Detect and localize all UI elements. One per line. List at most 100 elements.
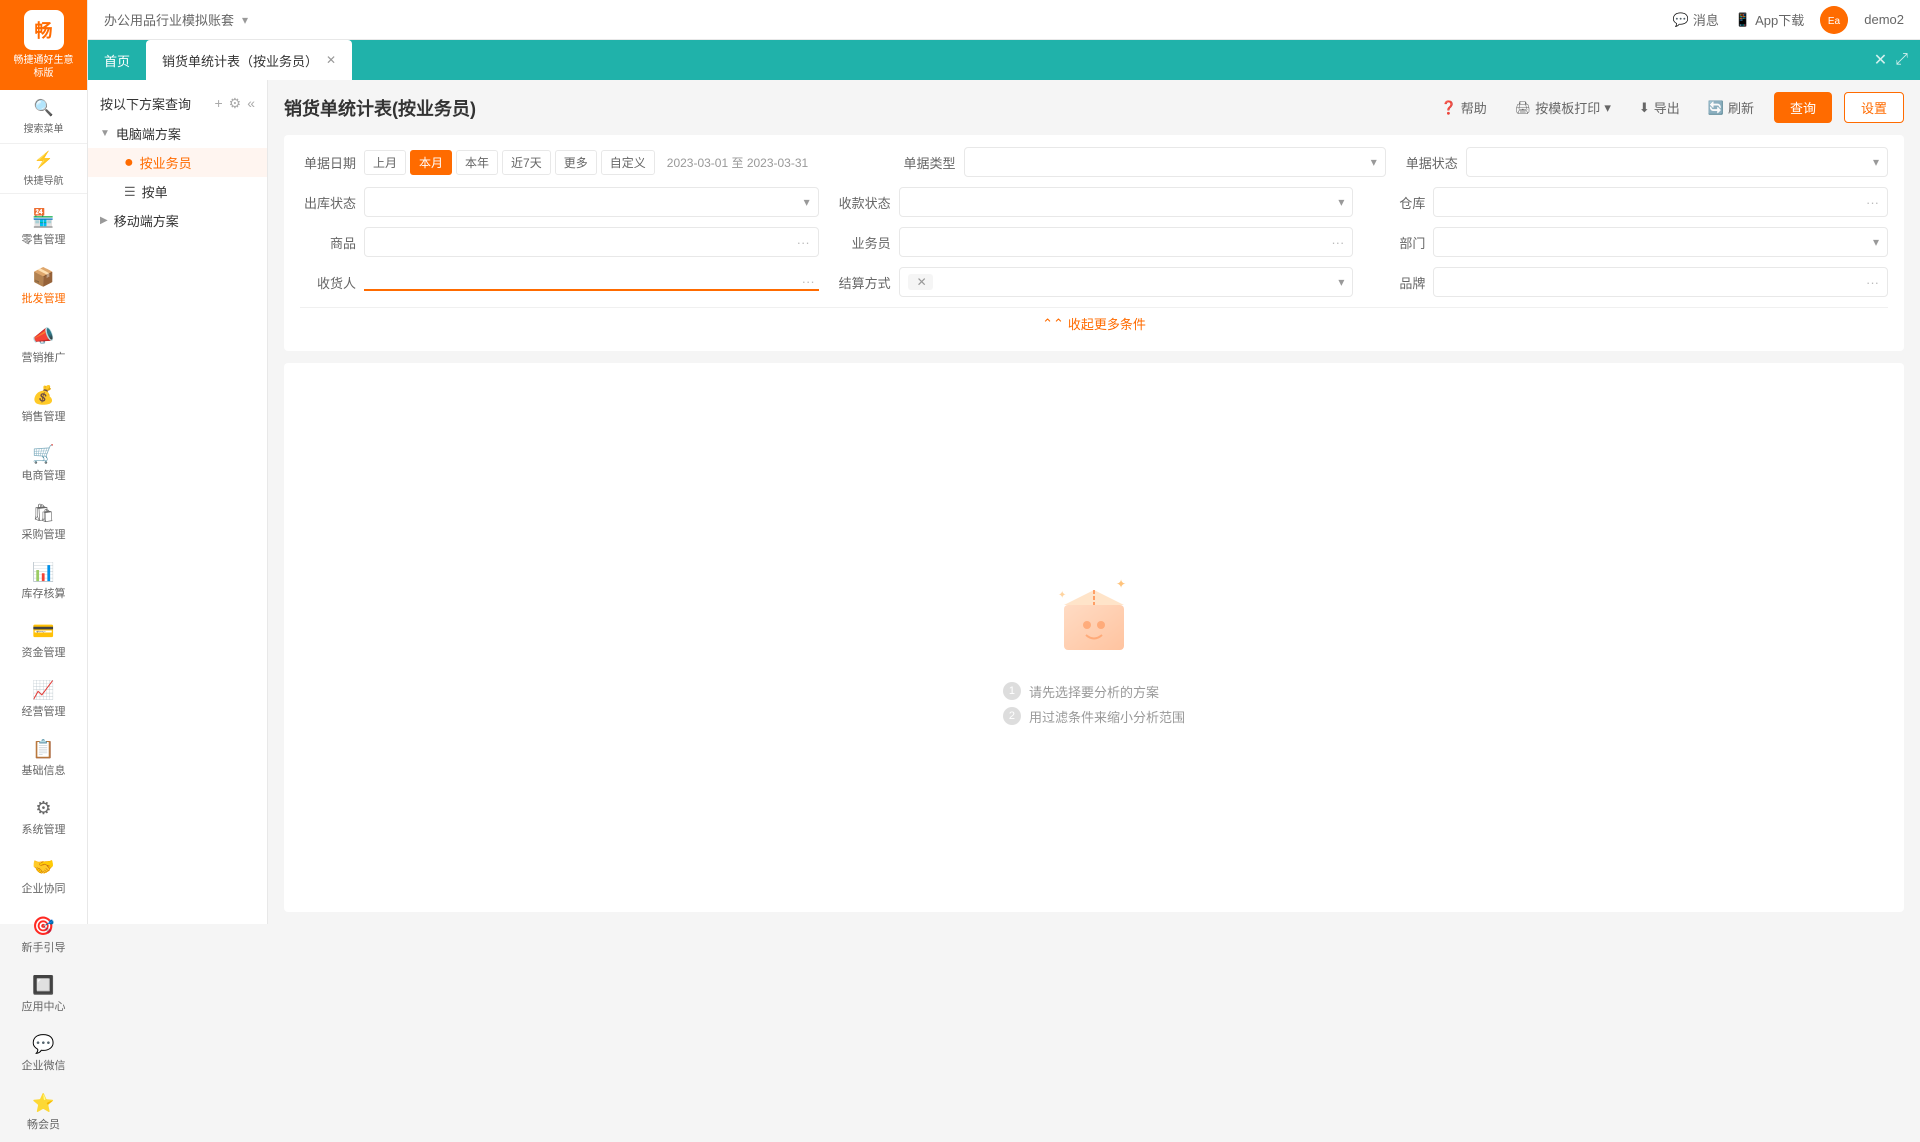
sidebar-item-retail[interactable]: 🏪 零售管理 (0, 198, 87, 257)
tree-mobile-group[interactable]: ▶ 移动端方案 (88, 206, 267, 235)
tab-home[interactable]: 首页 (88, 40, 146, 80)
sidebar-item-operations[interactable]: 📈 经营管理 (0, 670, 87, 729)
receiver-filter: 收货人 ··· (300, 273, 819, 292)
sidebar-item-inventory[interactable]: 📊 库存核算 (0, 552, 87, 611)
date-last-month[interactable]: 上月 (364, 150, 406, 175)
out-status-select[interactable]: ▾ (364, 187, 819, 217)
left-panel: 按以下方案查询 + ⚙ « ▼ 电脑端方案 ● 按业务员 ☰ 按单 (88, 80, 268, 924)
date-group: 上月 本月 本年 近7天 更多 自定义 2023-03-01 至 2023-03… (364, 150, 884, 175)
date-custom[interactable]: 自定义 (601, 150, 655, 175)
tree-desktop-group[interactable]: ▼ 电脑端方案 (88, 119, 267, 148)
top-header: 办公用品行业模拟账套 ▾ 💬 消息 📱 App下载 demo2 (88, 0, 1920, 40)
wholesale-icon: 📦 (32, 267, 54, 288)
tree-active-icon: ● (124, 154, 134, 172)
tree-by-order[interactable]: ☰ 按单 (88, 177, 267, 206)
sidebar-item-member[interactable]: ⭐ 畅会员 (0, 1083, 87, 1142)
warehouse-select[interactable]: ··· (1433, 187, 1888, 217)
breadcrumb-dropdown[interactable]: ▾ (242, 13, 248, 27)
help-button[interactable]: ❓ 帮助 (1433, 94, 1495, 121)
goods-select[interactable]: ··· (364, 227, 819, 257)
user-avatar[interactable] (1820, 6, 1848, 34)
doc-status-dropdown-icon: ▾ (1873, 155, 1879, 169)
finance-icon: 💳 (32, 621, 54, 642)
app-download-button[interactable]: 📱 App下载 (1735, 10, 1804, 29)
refresh-button[interactable]: 🔄 刷新 (1700, 94, 1762, 121)
department-dropdown-icon: ▾ (1873, 235, 1879, 249)
settlement-tag-close[interactable]: ✕ (917, 275, 927, 289)
settings-button[interactable]: 设置 (1844, 92, 1904, 123)
empty-tip-2: 2 用过滤条件来缩小分析范围 (1003, 707, 1185, 726)
date-filter: 单据日期 上月 本月 本年 近7天 更多 自定义 2023-03-01 至 20… (300, 150, 884, 175)
sidebar-item-basic[interactable]: 📋 基础信息 (0, 729, 87, 788)
page-title: 销货单统计表(按业务员) (284, 95, 476, 121)
sidebar-item-finance[interactable]: 💳 资金管理 (0, 611, 87, 670)
filter-row-2: 出库状态 ▾ 收款状态 ▾ 仓库 (300, 187, 1888, 217)
warehouse-label: 仓库 (1369, 193, 1425, 212)
settlement-select[interactable]: ✕ ▾ (899, 267, 1354, 297)
page-actions: ❓ 帮助 🖨 按模板打印 ▾ ⬇ 导出 🔄 刷新 (1433, 92, 1904, 123)
query-button[interactable]: 查询 (1774, 92, 1832, 123)
filter-row-1: 单据日期 上月 本月 本年 近7天 更多 自定义 2023-03-01 至 20… (300, 147, 1888, 177)
newbie-icon: 🎯 (32, 916, 54, 937)
out-status-label: 出库状态 (300, 193, 356, 212)
sidebar-item-wechat[interactable]: 💬 企业微信 (0, 1024, 87, 1083)
sidebar-item-ecommerce[interactable]: 🛒 电商管理 (0, 434, 87, 493)
sidebar-item-newbie[interactable]: 🎯 新手引导 (0, 906, 87, 965)
doc-status-select[interactable]: ▾ (1466, 147, 1888, 177)
collapse-icon: ⌃⌃ (1042, 316, 1064, 332)
date-last-7days[interactable]: 近7天 (502, 150, 551, 175)
tab-close-button[interactable]: ✕ (326, 53, 336, 67)
wechat-icon: 💬 (32, 1034, 54, 1055)
tab-close-all-button[interactable]: ✕ (1874, 50, 1887, 70)
quick-nav-item[interactable]: ⚡ 快捷导航 (0, 144, 87, 194)
search-menu-item[interactable]: 🔍 搜索菜单 (0, 90, 87, 144)
app-logo[interactable]: 畅 畅捷通好生意 标版 (0, 0, 87, 90)
sidebar-item-marketing[interactable]: 📣 营销推广 (0, 316, 87, 375)
sales-icon: 💰 (32, 385, 54, 406)
operations-icon: 📈 (32, 680, 54, 701)
collapse-conditions-button[interactable]: ⌃⌃ 收起更多条件 (300, 307, 1888, 339)
tab-sales-stat[interactable]: 销货单统计表（按业务员） ✕ (146, 40, 352, 80)
sidebar-item-apps[interactable]: 🔲 应用中心 (0, 965, 87, 1024)
sidebar-item-sales[interactable]: 💰 销售管理 (0, 375, 87, 434)
brand-filter: 品牌 ··· (1369, 267, 1888, 297)
collect-status-filter: 收款状态 ▾ (835, 187, 1354, 217)
date-more[interactable]: 更多 (555, 150, 597, 175)
empty-tips: 1 请先选择要分析的方案 2 用过滤条件来缩小分析范围 (1003, 682, 1185, 726)
logo-icon: 畅 (24, 10, 64, 50)
tab-controls: ✕ ⤢ (1862, 50, 1920, 70)
salesperson-select[interactable]: ··· (899, 227, 1354, 257)
message-button[interactable]: 💬 消息 (1673, 10, 1719, 29)
receiver-label: 收货人 (300, 273, 356, 292)
empty-tip-1: 1 请先选择要分析的方案 (1003, 682, 1185, 701)
goods-label: 商品 (300, 233, 356, 252)
sidebar-item-purchase[interactable]: 🛍 采购管理 (0, 493, 87, 552)
receiver-dots[interactable]: ··· (802, 274, 815, 289)
enterprise-icon: 🤝 (32, 857, 54, 878)
sidebar-item-system[interactable]: ⚙ 系统管理 (0, 788, 87, 847)
date-this-month[interactable]: 本月 (410, 150, 452, 175)
system-icon: ⚙ (35, 798, 51, 819)
department-select[interactable]: ▾ (1433, 227, 1888, 257)
template-print-button[interactable]: 🖨 按模板打印 ▾ (1507, 94, 1619, 121)
export-button[interactable]: ⬇ 导出 (1631, 94, 1688, 121)
sidebar-item-enterprise[interactable]: 🤝 企业协同 (0, 847, 87, 906)
panel-add-icon[interactable]: + (214, 95, 222, 112)
tree-by-salesperson[interactable]: ● 按业务员 (88, 148, 267, 177)
panel-settings-icon[interactable]: ⚙ (229, 95, 242, 112)
department-label: 部门 (1369, 233, 1425, 252)
date-this-year[interactable]: 本年 (456, 150, 498, 175)
settlement-tag: ✕ (908, 274, 933, 290)
user-name[interactable]: demo2 (1864, 12, 1904, 27)
marketing-icon: 📣 (32, 326, 54, 347)
doc-type-select[interactable]: ▾ (964, 147, 1386, 177)
tree-order-icon: ☰ (124, 184, 136, 200)
collect-status-select[interactable]: ▾ (899, 187, 1354, 217)
tab-expand-button[interactable]: ⤢ (1895, 51, 1908, 69)
panel-collapse-icon[interactable]: « (247, 95, 255, 112)
page-body: 按以下方案查询 + ⚙ « ▼ 电脑端方案 ● 按业务员 ☰ 按单 (88, 80, 1920, 924)
brand-select[interactable]: ··· (1433, 267, 1888, 297)
header-right: 💬 消息 📱 App下载 demo2 (1673, 6, 1904, 34)
sidebar-item-wholesale[interactable]: 📦 批发管理 (0, 257, 87, 316)
breadcrumb-text[interactable]: 办公用品行业模拟账套 (104, 10, 234, 29)
